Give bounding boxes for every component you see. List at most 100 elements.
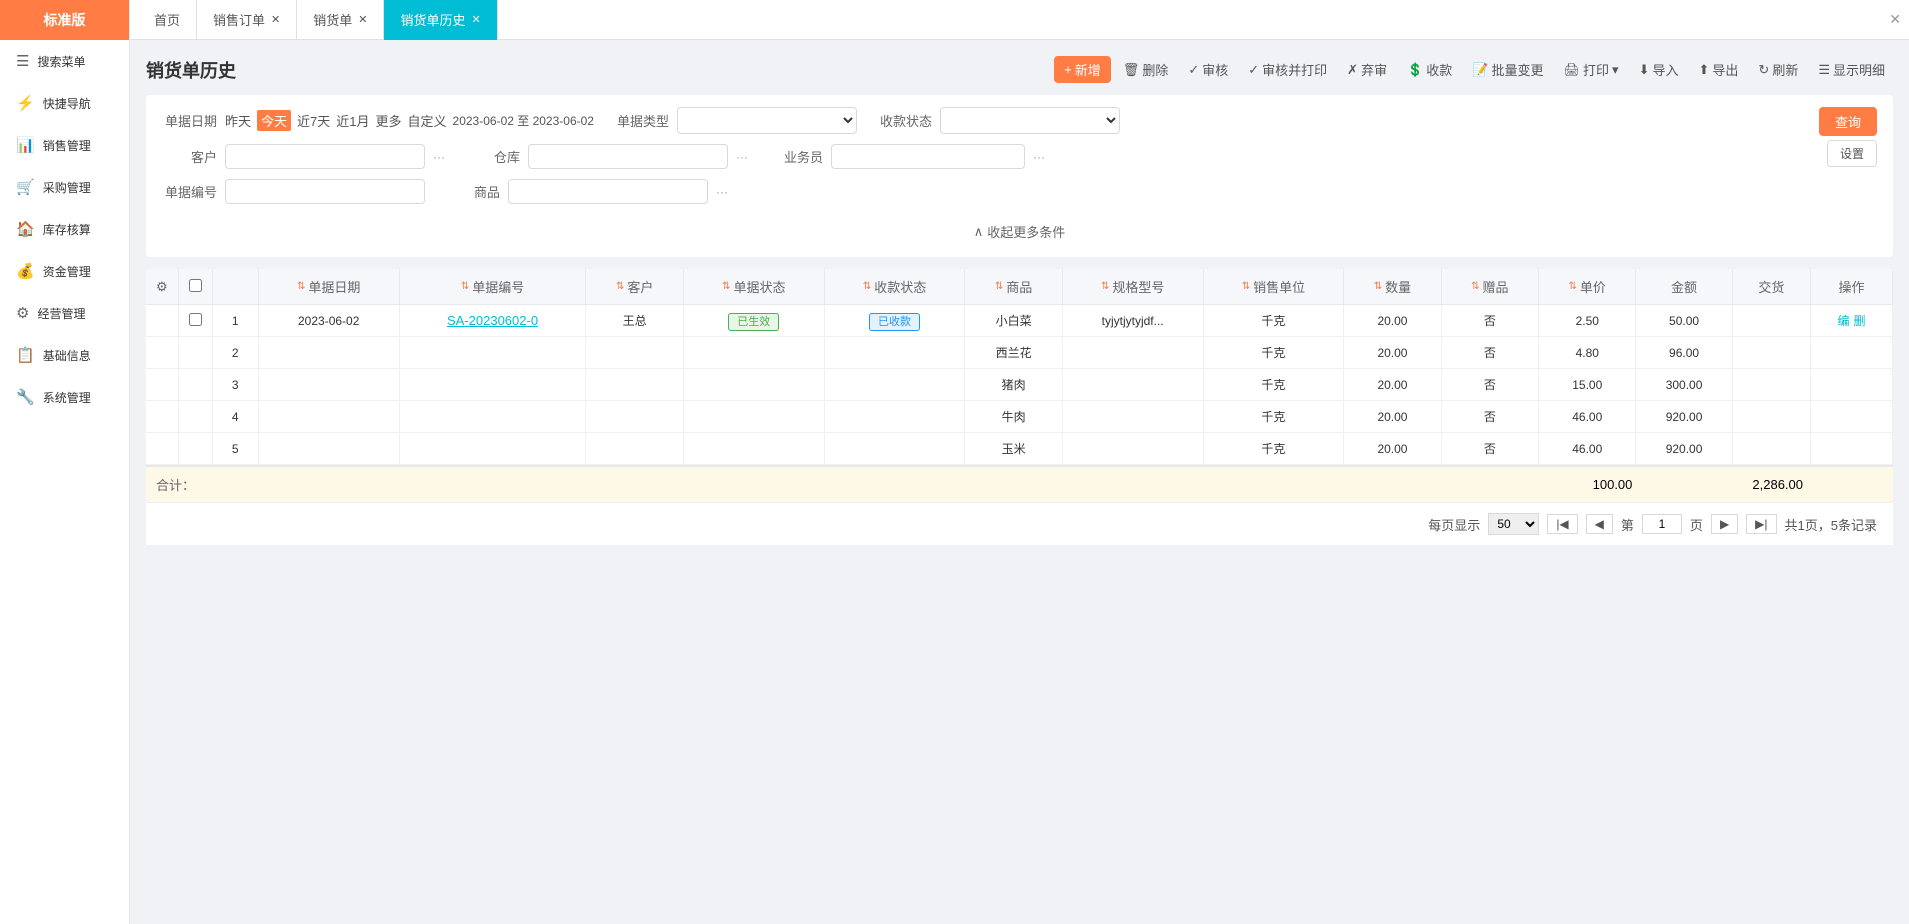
- doc-no-link[interactable]: SA-20230602-0: [447, 313, 538, 328]
- collect-button[interactable]: 💲 收款: [1399, 56, 1460, 83]
- tab-sales-history[interactable]: 销货单历史 ✕: [384, 0, 497, 40]
- tab-sales-order-close[interactable]: ✕: [271, 13, 280, 26]
- sort-spec-icon[interactable]: ⇅: [1101, 281, 1109, 292]
- tab-sales-delivery[interactable]: 销货单 ✕: [297, 0, 384, 40]
- show-detail-button[interactable]: ☰ 显示明细: [1810, 56, 1893, 83]
- footer-amount: 2,286.00: [1752, 477, 1803, 492]
- cell-doc-no: [399, 337, 586, 369]
- batch-change-button[interactable]: 📝 批量变更: [1464, 56, 1551, 83]
- gear-icon[interactable]: ⚙: [156, 279, 168, 294]
- sidebar-item-search-menu[interactable]: ☰ 搜索菜单: [0, 40, 129, 82]
- cell-row-num: 1: [212, 305, 258, 337]
- staff-dots-icon[interactable]: ···: [1033, 150, 1045, 164]
- product-dots-icon[interactable]: ···: [716, 185, 728, 199]
- tab-sales-order[interactable]: 销售订单 ✕: [197, 0, 297, 40]
- collapse-button[interactable]: ∧ 收起更多条件: [974, 222, 1066, 241]
- delete-action-btn[interactable]: 删: [1854, 314, 1866, 328]
- date-7days[interactable]: 近7天: [297, 111, 330, 130]
- sort-doc-status-icon[interactable]: ⇅: [722, 281, 730, 292]
- cell-action: 编删: [1811, 305, 1893, 337]
- cell-doc-no: [399, 401, 586, 433]
- sort-doc-date-icon[interactable]: ⇅: [297, 281, 305, 292]
- import-button[interactable]: ⬇ 导入: [1631, 56, 1687, 83]
- filter-doc-type-select[interactable]: [677, 107, 857, 134]
- page-next-btn[interactable]: ▶: [1711, 514, 1738, 534]
- filter-doc-no-input[interactable]: [225, 179, 425, 204]
- tab-sales-delivery-close[interactable]: ✕: [358, 13, 367, 26]
- query-button[interactable]: 查询: [1819, 107, 1877, 136]
- window-close-icon[interactable]: ✕: [1889, 11, 1901, 28]
- status-badge-paid: 已收款: [869, 313, 920, 331]
- cell-doc-no: SA-20230602-0: [399, 305, 586, 337]
- date-custom[interactable]: 自定义: [408, 111, 447, 130]
- filter-staff-input[interactable]: [831, 144, 1025, 169]
- date-today[interactable]: 今天: [257, 110, 291, 131]
- refresh-label: 刷新: [1772, 60, 1798, 79]
- sidebar-item-sales-mgmt[interactable]: 📊 销售管理: [0, 124, 129, 166]
- export-icon: ⬆: [1698, 62, 1709, 78]
- sidebar-item-sys-mgmt[interactable]: 🔧 系统管理: [0, 376, 129, 418]
- cell-qty: 20.00: [1344, 337, 1441, 369]
- sort-unit-icon[interactable]: ⇅: [1242, 281, 1250, 292]
- cell-deal: [1732, 433, 1810, 465]
- edit-action-btn[interactable]: 编: [1838, 314, 1850, 328]
- delete-button[interactable]: 🗑 删除: [1115, 56, 1177, 83]
- tabbar-right: ✕: [1889, 11, 1901, 28]
- audit-button[interactable]: ✓ 审核: [1180, 56, 1236, 83]
- sidebar: 标准版 ☰ 搜索菜单 ⚡ 快捷导航 📊 销售管理 🛒 采购管理 🏠 库存核算 💰…: [0, 0, 130, 924]
- th-doc-status: ⇅单据状态: [683, 269, 824, 305]
- filter-customer-input[interactable]: [225, 144, 425, 169]
- audit-print-button[interactable]: ✓ 审核并打印: [1240, 56, 1335, 83]
- warehouse-dots-icon[interactable]: ···: [736, 150, 748, 164]
- collapse-up-icon: ∧: [974, 224, 984, 240]
- customer-dots-icon[interactable]: ···: [433, 150, 445, 164]
- filter-product-label: 商品: [445, 182, 500, 201]
- delete-icon: 🗑: [1123, 62, 1140, 78]
- date-1month[interactable]: 近1月: [336, 111, 369, 130]
- sort-product-icon[interactable]: ⇅: [995, 281, 1003, 292]
- batch-change-icon: 📝: [1472, 62, 1488, 78]
- select-all-checkbox[interactable]: [189, 279, 202, 292]
- tab-home[interactable]: 首页: [138, 0, 197, 40]
- th-doc-no: ⇅单据编号: [399, 269, 586, 305]
- sort-doc-no-icon[interactable]: ⇅: [461, 281, 469, 292]
- page-prev-btn[interactable]: ◀: [1586, 514, 1613, 534]
- filter-warehouse-input[interactable]: [528, 144, 728, 169]
- cell-gift: 否: [1441, 337, 1538, 369]
- sidebar-item-quick-nav[interactable]: ⚡ 快捷导航: [0, 82, 129, 124]
- sort-gift-icon[interactable]: ⇅: [1471, 281, 1479, 292]
- abandon-button[interactable]: ✗ 弃审: [1339, 56, 1395, 83]
- sort-customer-icon[interactable]: ⇅: [616, 281, 624, 292]
- sidebar-item-purchase-mgmt[interactable]: 🛒 采购管理: [0, 166, 129, 208]
- sidebar-item-label: 基础信息: [43, 347, 91, 364]
- batch-change-label: 批量变更: [1491, 60, 1543, 79]
- cell-amount: 96.00: [1636, 337, 1732, 369]
- filter-payment-select[interactable]: [940, 107, 1120, 134]
- date-yesterday[interactable]: 昨天: [225, 111, 251, 130]
- row-checkbox[interactable]: [189, 313, 202, 326]
- cell-customer: [586, 401, 683, 433]
- page-first-btn[interactable]: |◀: [1547, 514, 1577, 534]
- sort-price-icon[interactable]: ⇅: [1569, 281, 1577, 292]
- audit-print-label: 审核并打印: [1262, 60, 1327, 79]
- sidebar-item-ops-mgmt[interactable]: ⚙ 经营管理: [0, 292, 129, 334]
- settings-button[interactable]: 设置: [1827, 140, 1877, 167]
- refresh-button[interactable]: ↻ 刷新: [1750, 56, 1806, 83]
- sort-payment-status-icon[interactable]: ⇅: [863, 281, 871, 292]
- print-button[interactable]: 🖨 打印 ▾: [1556, 56, 1627, 83]
- th-product: ⇅商品: [965, 269, 1062, 305]
- export-button[interactable]: ⬆ 导出: [1690, 56, 1746, 83]
- cell-unit-price: 46.00: [1539, 433, 1636, 465]
- page-input[interactable]: [1642, 514, 1682, 534]
- per-page-select[interactable]: 50 100: [1488, 513, 1539, 535]
- add-button[interactable]: + 新增: [1054, 56, 1111, 83]
- sidebar-item-inventory[interactable]: 🏠 库存核算: [0, 208, 129, 250]
- cell-doc-date: [258, 433, 399, 465]
- filter-product-input[interactable]: [508, 179, 708, 204]
- date-more[interactable]: 更多: [376, 111, 402, 130]
- sort-qty-icon[interactable]: ⇅: [1374, 281, 1382, 292]
- page-last-btn[interactable]: ▶|: [1746, 514, 1776, 534]
- sidebar-item-finance-mgmt[interactable]: 💰 资金管理: [0, 250, 129, 292]
- sidebar-item-basic-info[interactable]: 📋 基础信息: [0, 334, 129, 376]
- tab-sales-history-close[interactable]: ✕: [472, 13, 481, 26]
